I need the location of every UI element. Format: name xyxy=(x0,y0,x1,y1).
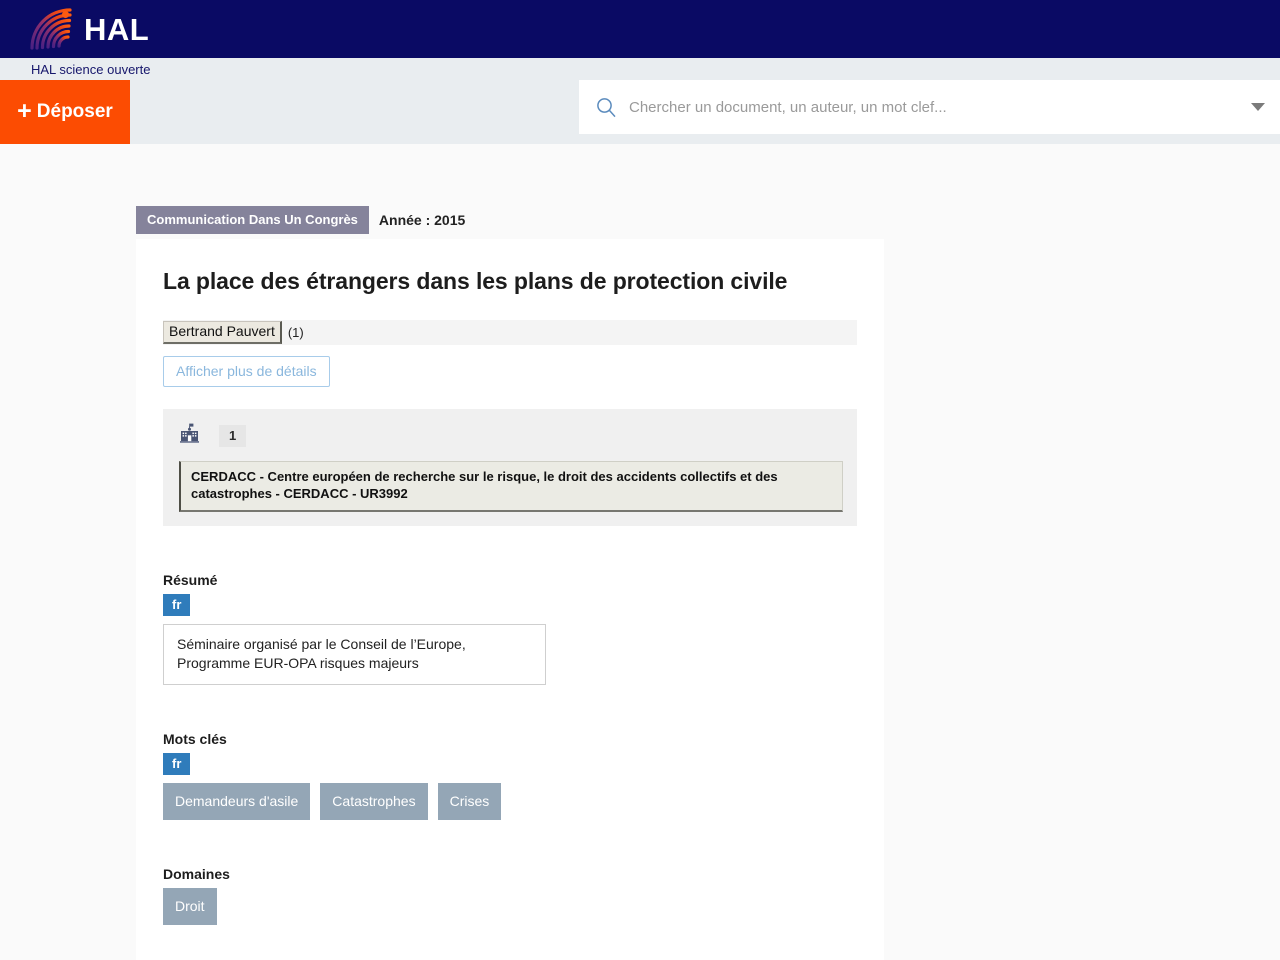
affiliations-header: 1 xyxy=(179,423,843,450)
author-list: Bertrand Pauvert (1) xyxy=(163,319,857,345)
hal-logo-link[interactable]: HAL xyxy=(28,6,149,52)
domains-section: Domaines Droit xyxy=(163,866,857,926)
keyword-tag[interactable]: Demandeurs d'asile xyxy=(163,783,311,821)
abstract-language-badge: fr xyxy=(163,593,191,616)
domains-tag-row: Droit xyxy=(163,888,593,926)
show-more-details-button[interactable]: Afficher plus de détails xyxy=(163,355,330,387)
deposit-button-label: Déposer xyxy=(36,101,113,122)
affiliation-item[interactable]: CERDACC - Centre européen de recherche s… xyxy=(179,460,843,512)
site-tagline-bar: HAL science ouverte xyxy=(0,58,1280,80)
search-icon xyxy=(589,97,623,118)
page-body: Communication Dans Un Congrès Année : 20… xyxy=(0,144,1280,960)
search-bar[interactable] xyxy=(579,80,1280,134)
domain-tag[interactable]: Droit xyxy=(163,888,217,926)
keywords-language-badge: fr xyxy=(163,753,191,776)
document-card: La place des étrangers dans les plans de… xyxy=(136,239,884,960)
document-meta-row: Communication Dans Un Congrès Année : 20… xyxy=(136,206,465,234)
keywords-section-title: Mots clés xyxy=(163,731,227,748)
page-title: La place des étrangers dans les plans de… xyxy=(163,268,788,294)
hal-arcs-logo-icon xyxy=(30,8,72,50)
affiliation-count-badge[interactable]: 1 xyxy=(219,425,247,448)
deposit-button[interactable]: + Déposer xyxy=(0,80,130,144)
search-dropdown-toggle[interactable] xyxy=(1236,103,1280,111)
keyword-tag[interactable]: Catastrophes xyxy=(320,783,428,821)
domains-section-title: Domaines xyxy=(163,866,230,883)
publication-year: Année : 2015 xyxy=(378,212,466,228)
university-building-icon xyxy=(179,423,201,450)
abstract-section-title: Résumé xyxy=(163,571,218,588)
site-header: HAL xyxy=(0,0,1280,58)
action-bar: + Déposer xyxy=(0,80,1280,144)
author-affiliation-ref: (1) xyxy=(287,324,304,340)
affiliations-panel: 1 CERDACC - Centre européen de recherche… xyxy=(163,408,857,526)
site-tagline: HAL science ouverte xyxy=(31,61,151,77)
plus-icon: + xyxy=(17,96,32,125)
document-type-badge[interactable]: Communication Dans Un Congrès xyxy=(136,206,369,234)
abstract-text: Séminaire organisé par le Conseil de l’E… xyxy=(163,623,546,686)
hal-logo-text: HAL xyxy=(84,11,150,47)
author-name[interactable]: Bertrand Pauvert xyxy=(163,320,282,344)
keyword-tag[interactable]: Crises xyxy=(437,783,502,821)
keywords-tag-row: Demandeurs d'asile Catastrophes Crises xyxy=(163,783,593,821)
search-input[interactable] xyxy=(623,98,1236,116)
keywords-section: Mots clés fr Demandeurs d'asile Catastro… xyxy=(163,731,857,821)
chevron-down-icon xyxy=(1251,103,1265,111)
abstract-section: Résumé fr Séminaire organisé par le Cons… xyxy=(163,571,857,686)
